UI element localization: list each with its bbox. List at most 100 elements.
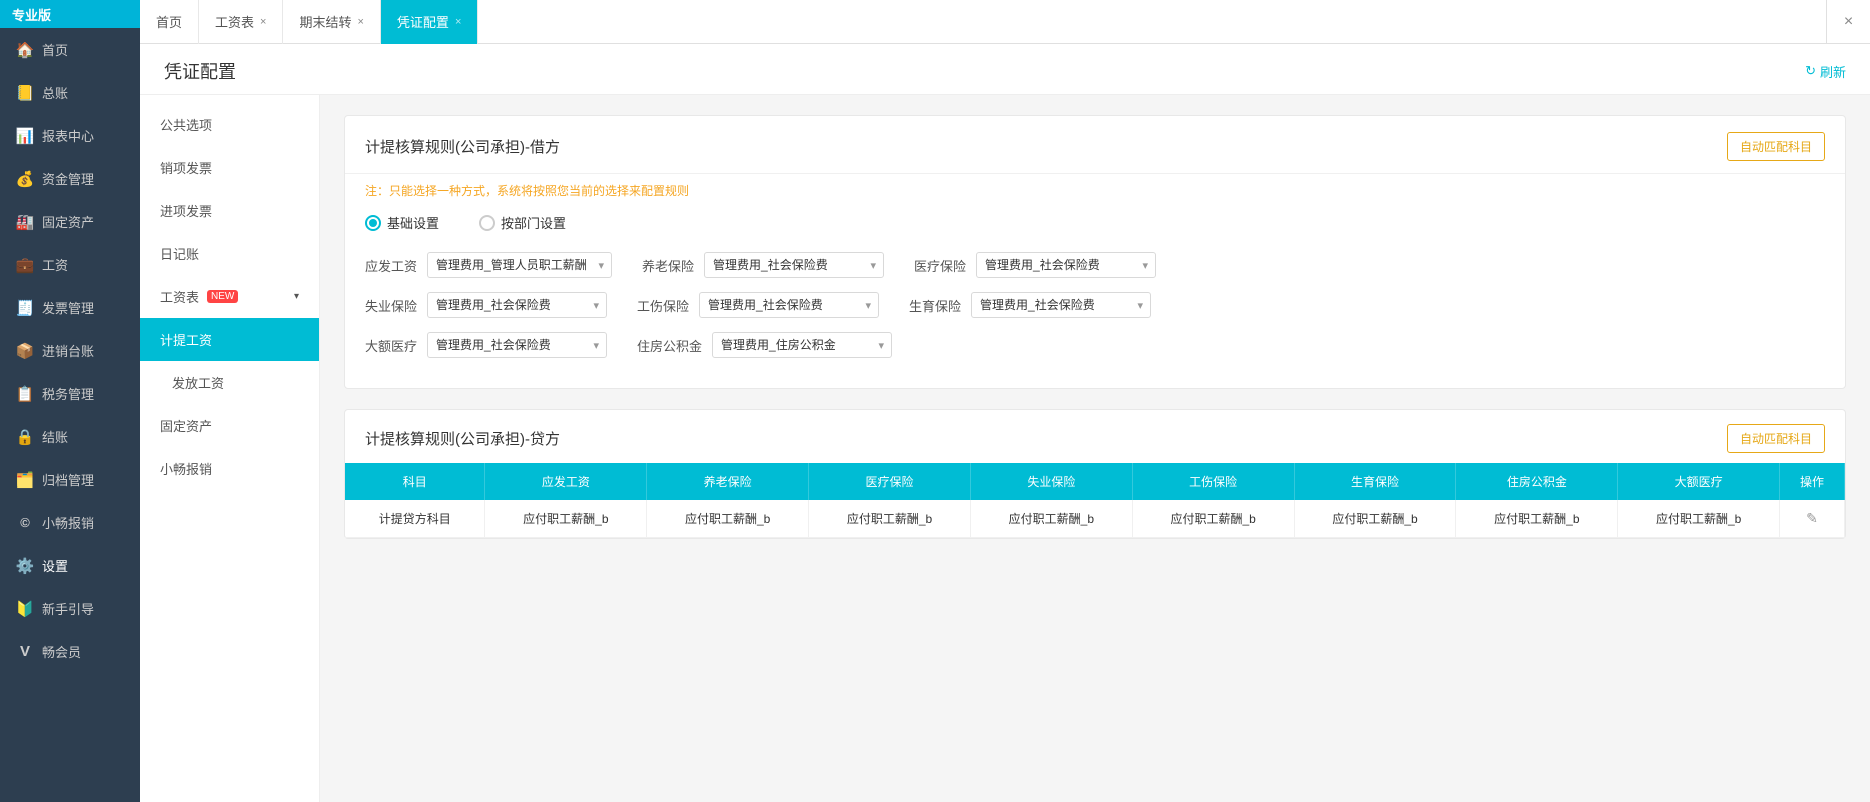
medical-select[interactable]: 管理费用_社会保险费 (976, 252, 1156, 278)
sidebar-item-settings[interactable]: ⚙️ 设置 (0, 544, 140, 587)
th-salary: 应发工资 (485, 463, 647, 500)
credit-auto-match-button[interactable]: 自动匹配科目 (1727, 424, 1825, 453)
page-header: 凭证配置 ↻ 刷新 (140, 44, 1870, 95)
sidebar-item-closing[interactable]: 🔒 结账 (0, 415, 140, 458)
salary-select-wrapper: 管理费用_管理人员职工薪酬 (427, 252, 612, 278)
left-nav-xiaochang[interactable]: 小畅报销 (140, 447, 319, 490)
form-item-housing: 住房公积金 管理费用_住房公积金 (637, 332, 892, 358)
td-pension: 应付职工薪酬_b (647, 500, 809, 538)
radio-basic-circle (365, 215, 381, 231)
injury-label: 工伤保险 (637, 296, 689, 315)
sidebar-item-archive[interactable]: 🗂️ 归档管理 (0, 458, 140, 501)
sidebar-item-assets[interactable]: 🏭 固定资产 (0, 200, 140, 243)
sidebar-item-invoices[interactable]: 🧾 发票管理 (0, 286, 140, 329)
medical-label: 医疗保险 (914, 256, 966, 275)
sidebar-item-guide[interactable]: 🔰 新手引导 (0, 587, 140, 630)
tab-bar-close-button[interactable]: × (1826, 0, 1870, 44)
th-housing: 住房公积金 (1456, 463, 1618, 500)
maternity-select[interactable]: 管理费用_社会保险费 (971, 292, 1151, 318)
sidebar-item-funds[interactable]: 💰 资金管理 (0, 157, 140, 200)
form-item-salary: 应发工资 管理费用_管理人员职工薪酬 (365, 252, 612, 278)
debit-section-header: 计提核算规则(公司承担)-借方 自动匹配科目 (345, 116, 1845, 174)
sidebar-item-member[interactable]: V 畅会员 (0, 630, 140, 673)
pension-select[interactable]: 管理费用_社会保险费 (704, 252, 884, 278)
edit-icon[interactable]: ✎ (1806, 510, 1818, 526)
left-nav-sales-invoice[interactable]: 销项发票 (140, 146, 319, 189)
th-action: 操作 (1780, 463, 1845, 500)
left-nav-fixed-assets[interactable]: 固定资产 (140, 404, 319, 447)
tab-salary[interactable]: 工资表 × (199, 0, 283, 44)
tab-period-close[interactable]: × (357, 16, 363, 28)
sidebar: 专业版 🏠 首页 📒 总账 📊 报表中心 💰 资金管理 🏭 固定资产 💼 工资 … (0, 0, 140, 802)
tab-salary-close[interactable]: × (260, 16, 266, 28)
td-subject: 计提贷方科目 (345, 500, 485, 538)
radio-dept-circle (479, 215, 495, 231)
unemployment-select[interactable]: 管理费用_社会保险费 (427, 292, 607, 318)
injury-select-wrapper: 管理费用_社会保险费 (699, 292, 879, 318)
tab-period[interactable]: 期末结转 × (283, 0, 380, 44)
housing-label: 住房公积金 (637, 336, 702, 355)
archive-icon: 🗂️ (16, 471, 34, 489)
xiaochang-report-icon: © (16, 514, 34, 532)
left-nav-public[interactable]: 公共选项 (140, 103, 319, 146)
tab-home-label: 首页 (156, 12, 182, 31)
home-icon: 🏠 (16, 41, 34, 59)
refresh-button[interactable]: ↻ 刷新 (1805, 62, 1846, 81)
major-medical-select-wrapper: 管理费用_社会保险费 (427, 332, 607, 358)
sidebar-item-label: 设置 (42, 556, 68, 575)
credit-table: 科目 应发工资 养老保险 医疗保险 失业保险 工伤保险 生育保险 住房公积金 大… (345, 463, 1845, 538)
left-nav-salary-table[interactable]: 工资表 NEW ▾ (140, 275, 319, 318)
form-item-pension: 养老保险 管理费用_社会保险费 (642, 252, 884, 278)
major-medical-select[interactable]: 管理费用_社会保险费 (427, 332, 607, 358)
housing-select[interactable]: 管理费用_住房公积金 (712, 332, 892, 358)
left-nav-pay-salary[interactable]: 发放工资 (140, 361, 319, 404)
sidebar-item-home[interactable]: 🏠 首页 (0, 28, 140, 71)
reports-icon: 📊 (16, 127, 34, 145)
tab-bar: 首页 工资表 × 期末结转 × 凭证配置 × × (140, 0, 1870, 44)
sidebar-item-inventory[interactable]: 📦 进销台账 (0, 329, 140, 372)
maternity-label: 生育保险 (909, 296, 961, 315)
table-row: 计提贷方科目 应付职工薪酬_b 应付职工薪酬_b 应付职工薪酬_b 应付职工薪酬… (345, 500, 1845, 538)
sidebar-item-label: 新手引导 (42, 599, 94, 618)
form-item-medical: 医疗保险 管理费用_社会保险费 (914, 252, 1156, 278)
credit-section: 计提核算规则(公司承担)-贷方 自动匹配科目 科目 应发工资 养老保险 医疗保险… (344, 409, 1846, 539)
sidebar-item-label: 小畅报销 (42, 513, 94, 532)
sidebar-item-label: 工资 (42, 255, 68, 274)
td-action[interactable]: ✎ (1780, 500, 1845, 538)
debit-auto-match-button[interactable]: 自动匹配科目 (1727, 132, 1825, 161)
radio-basic-label: 基础设置 (387, 213, 439, 232)
td-salary: 应付职工薪酬_b (485, 500, 647, 538)
left-nav-purchase-invoice[interactable]: 进项发票 (140, 189, 319, 232)
radio-group: 基础设置 按部门设置 (345, 203, 1845, 248)
refresh-label: 刷新 (1820, 62, 1846, 81)
left-nav-accrual[interactable]: 计提工资 (140, 318, 319, 361)
form-item-major-medical: 大额医疗 管理费用_社会保险费 (365, 332, 607, 358)
th-maternity: 生育保险 (1294, 463, 1456, 500)
radio-dept-setting[interactable]: 按部门设置 (479, 213, 566, 232)
sidebar-item-label: 结账 (42, 427, 68, 446)
left-nav-journal[interactable]: 日记账 (140, 232, 319, 275)
salary-label: 应发工资 (365, 256, 417, 275)
debit-section-title: 计提核算规则(公司承担)-借方 (365, 136, 560, 157)
sidebar-item-xiaochang-report[interactable]: © 小畅报销 (0, 501, 140, 544)
sidebar-item-tax[interactable]: 📋 税务管理 (0, 372, 140, 415)
tab-voucher-close[interactable]: × (455, 16, 461, 28)
th-subject: 科目 (345, 463, 485, 500)
sidebar-item-payroll[interactable]: 💼 工资 (0, 243, 140, 286)
sidebar-item-label: 进销台账 (42, 341, 94, 360)
left-nav: 公共选项 销项发票 进项发票 日记账 工资表 NEW ▾ 计提工资 (140, 95, 320, 802)
radio-basic-setting[interactable]: 基础设置 (365, 213, 439, 232)
sidebar-item-label: 税务管理 (42, 384, 94, 403)
debit-form-grid: 应发工资 管理费用_管理人员职工薪酬 养老保险 管理费用 (345, 248, 1845, 388)
th-major-medical: 大额医疗 (1618, 463, 1780, 500)
sidebar-item-ledger[interactable]: 📒 总账 (0, 71, 140, 114)
tab-voucher[interactable]: 凭证配置 × (381, 0, 478, 44)
tab-home[interactable]: 首页 (140, 0, 199, 44)
page-title: 凭证配置 (164, 58, 236, 84)
member-icon: V (16, 643, 34, 661)
injury-select[interactable]: 管理费用_社会保险费 (699, 292, 879, 318)
td-maternity: 应付职工薪酬_b (1294, 500, 1456, 538)
salary-select[interactable]: 管理费用_管理人员职工薪酬 (427, 252, 612, 278)
sidebar-item-reports[interactable]: 📊 报表中心 (0, 114, 140, 157)
app-header: 专业版 (0, 0, 140, 28)
